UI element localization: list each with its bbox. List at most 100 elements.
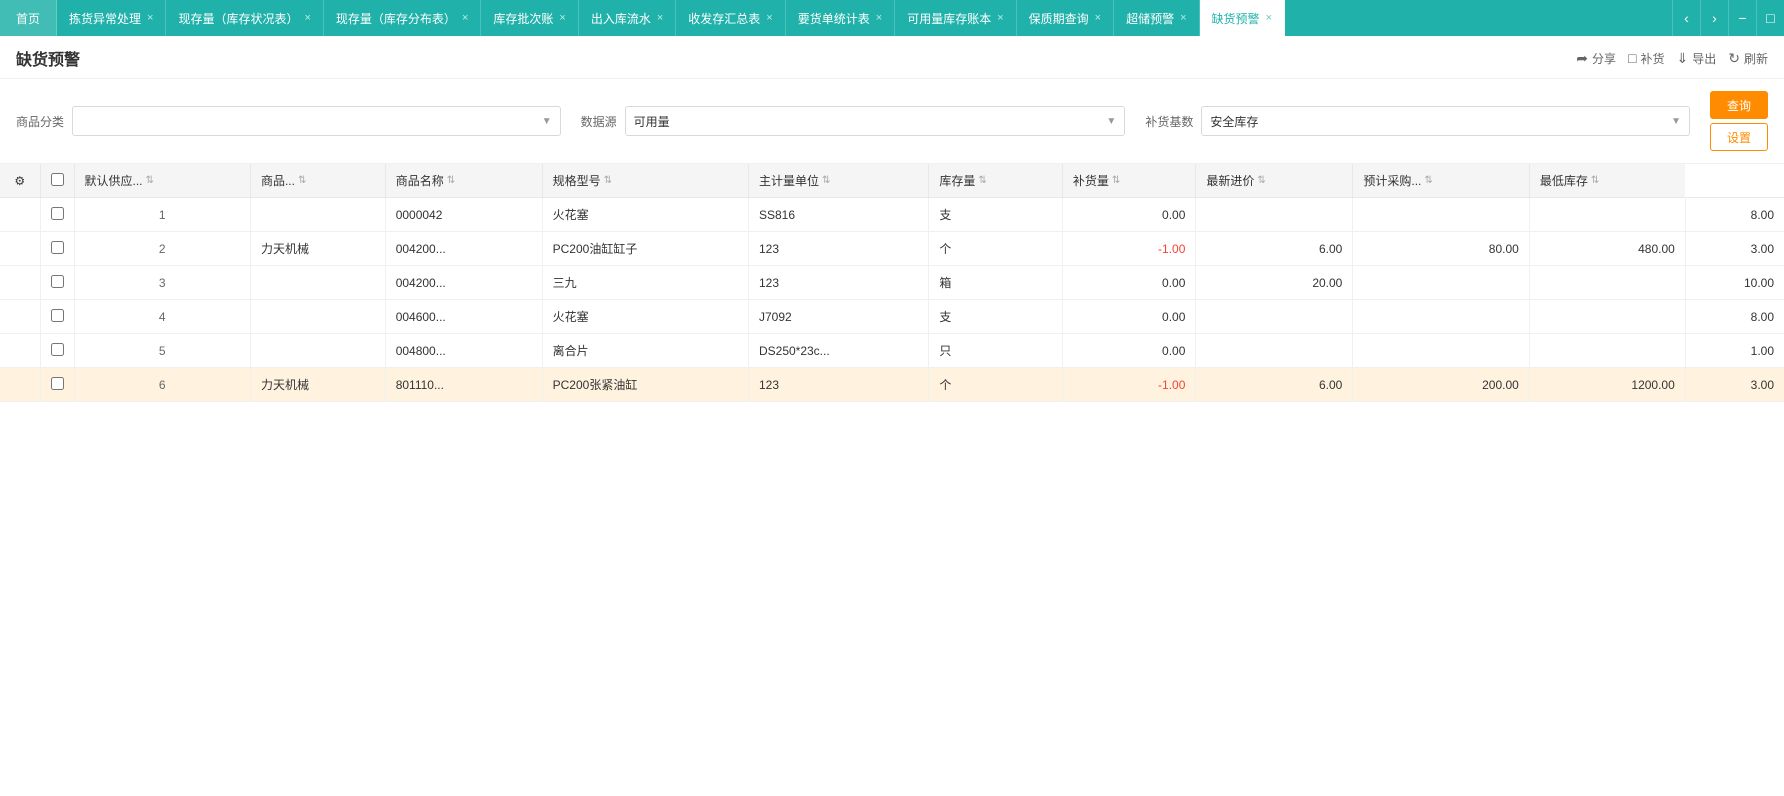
row-gear[interactable] (0, 334, 40, 368)
sort-icon-code: ⇅ (298, 175, 306, 186)
query-button[interactable]: 查询 (1710, 91, 1768, 119)
row-est-purchase (1529, 300, 1685, 334)
row-unit: 支 (929, 300, 1063, 334)
row-stock-qty: 0.00 (1062, 334, 1196, 368)
row-checkbox[interactable] (51, 309, 64, 322)
datasource-select[interactable]: 可用量 ▼ (625, 106, 1126, 136)
row-checkbox-cell (40, 334, 74, 368)
th-gear[interactable]: ⚙ (0, 164, 40, 198)
th-product-code[interactable]: 商品... ⇅ (250, 164, 385, 198)
row-product-code: 801110... (385, 368, 542, 402)
tab-receipt-summary[interactable]: 收发存汇总表 × (676, 0, 785, 36)
th-product-name[interactable]: 商品名称 ⇅ (385, 164, 542, 198)
sort-icon-unit: ⇅ (822, 175, 830, 186)
tab-overstock[interactable]: 超储预警 × (1114, 0, 1199, 36)
tab-close-available-ledger[interactable]: × (997, 12, 1003, 24)
sort-icon-name: ⇅ (447, 175, 455, 186)
row-unit: 只 (929, 334, 1063, 368)
table-body: 1 0000042 火花塞 SS816 支 0.00 8.00 2 力天机械 0… (0, 198, 1784, 402)
th-min-stock[interactable]: 最低库存 ⇅ (1529, 164, 1685, 198)
row-gear[interactable] (0, 232, 40, 266)
row-checkbox[interactable] (51, 343, 64, 356)
gear-icon: ⚙ (14, 174, 25, 188)
th-stock-qty[interactable]: 库存量 ⇅ (929, 164, 1063, 198)
tab-inventory-status[interactable]: 现存量（库存状况表） × (166, 0, 323, 36)
row-stock-qty: 0.00 (1062, 266, 1196, 300)
tab-close-inventory-status[interactable]: × (304, 12, 310, 24)
row-product-name: 火花塞 (542, 198, 748, 232)
th-default-supplier[interactable]: 默认供应... ⇅ (74, 164, 250, 198)
tab-bar: 首页 拣货异常处理 × 现存量（库存状况表） × 现存量（库存分布表） × 库存… (0, 0, 1784, 36)
row-latest-price: 200.00 (1353, 368, 1529, 402)
data-table: ⚙ 默认供应... ⇅ 商品... ⇅ (0, 164, 1784, 402)
tab-expiry-query[interactable]: 保质期查询 × (1017, 0, 1114, 36)
category-select[interactable]: ▼ (72, 106, 561, 136)
tab-nav-prev[interactable]: ‹ (1672, 0, 1700, 36)
row-product-name: PC200油缸缸子 (542, 232, 748, 266)
row-spec: DS250*23c... (748, 334, 928, 368)
select-all-checkbox[interactable] (51, 173, 64, 186)
row-number: 3 (74, 266, 250, 300)
tab-close-overstock[interactable]: × (1180, 12, 1186, 24)
tab-close-expiry-query[interactable]: × (1095, 12, 1101, 24)
row-gear[interactable] (0, 368, 40, 402)
export-button[interactable]: ⇓ 导出 (1677, 50, 1717, 67)
row-checkbox[interactable] (51, 377, 64, 390)
settings-button[interactable]: 设置 (1710, 123, 1768, 151)
tab-flow[interactable]: 出入库流水 × (579, 0, 676, 36)
tab-minimize[interactable]: − (1728, 0, 1756, 36)
tab-inventory-dist[interactable]: 现存量（库存分布表） × (324, 0, 481, 36)
tab-abnormal[interactable]: 拣货异常处理 × (57, 0, 166, 36)
row-checkbox[interactable] (51, 207, 64, 220)
tab-maximize[interactable]: □ (1756, 0, 1784, 36)
row-product-name: 火花塞 (542, 300, 748, 334)
sort-icon-replenish: ⇅ (1112, 175, 1120, 186)
th-replenish-qty[interactable]: 补货量 ⇅ (1062, 164, 1196, 198)
share-button[interactable]: ➦ 分享 (1576, 50, 1616, 67)
row-gear[interactable] (0, 266, 40, 300)
row-unit: 个 (929, 232, 1063, 266)
table-row: 2 力天机械 004200... PC200油缸缸子 123 个 -1.00 6… (0, 232, 1784, 266)
row-checkbox-cell (40, 198, 74, 232)
tab-close-receipt-summary[interactable]: × (766, 12, 772, 24)
tab-batch-account[interactable]: 库存批次账 × (481, 0, 578, 36)
tab-shortage[interactable]: 缺货预警 × (1200, 0, 1285, 36)
tab-available-ledger[interactable]: 可用量库存账本 × (895, 0, 1016, 36)
page-content: 缺货预警 ➦ 分享 □ 补货 ⇓ 导出 ↻ 刷新 商品分类 (0, 36, 1784, 796)
replenish-icon: □ (1628, 50, 1636, 66)
tab-close-abnormal[interactable]: × (147, 12, 153, 24)
replenish-base-label: 补货基数 (1145, 113, 1193, 130)
tab-close-requisition-stats[interactable]: × (876, 12, 882, 24)
tab-nav-next[interactable]: › (1700, 0, 1728, 36)
table-header-row: ⚙ 默认供应... ⇅ 商品... ⇅ (0, 164, 1784, 198)
th-spec[interactable]: 规格型号 ⇅ (542, 164, 748, 198)
tab-close-flow[interactable]: × (657, 12, 663, 24)
th-unit[interactable]: 主计量单位 ⇅ (748, 164, 928, 198)
row-product-code: 0000042 (385, 198, 542, 232)
category-label: 商品分类 (16, 113, 64, 130)
row-checkbox[interactable] (51, 275, 64, 288)
row-spec: 123 (748, 368, 928, 402)
th-est-purchase[interactable]: 预计采购... ⇅ (1353, 164, 1529, 198)
row-number: 5 (74, 334, 250, 368)
row-supplier: 力天机械 (250, 368, 385, 402)
row-gear[interactable] (0, 300, 40, 334)
tab-requisition-stats[interactable]: 要货单统计表 × (786, 0, 895, 36)
row-product-name: PC200张紧油缸 (542, 368, 748, 402)
replenish-base-select[interactable]: 安全库存 ▼ (1201, 106, 1690, 136)
replenish-button[interactable]: □ 补货 (1628, 50, 1664, 67)
refresh-button[interactable]: ↻ 刷新 (1728, 50, 1768, 67)
tab-close-batch-account[interactable]: × (559, 12, 565, 24)
row-product-code: 004800... (385, 334, 542, 368)
tab-close-shortage[interactable]: × (1266, 12, 1272, 24)
row-number: 2 (74, 232, 250, 266)
tab-home[interactable]: 首页 (0, 0, 57, 36)
row-gear[interactable] (0, 198, 40, 232)
row-min-stock: 8.00 (1685, 300, 1784, 334)
row-checkbox[interactable] (51, 241, 64, 254)
row-latest-price: 80.00 (1353, 232, 1529, 266)
row-min-stock: 10.00 (1685, 266, 1784, 300)
tab-close-inventory-dist[interactable]: × (462, 12, 468, 24)
th-latest-price[interactable]: 最新进价 ⇅ (1196, 164, 1353, 198)
share-icon: ➦ (1576, 50, 1588, 67)
